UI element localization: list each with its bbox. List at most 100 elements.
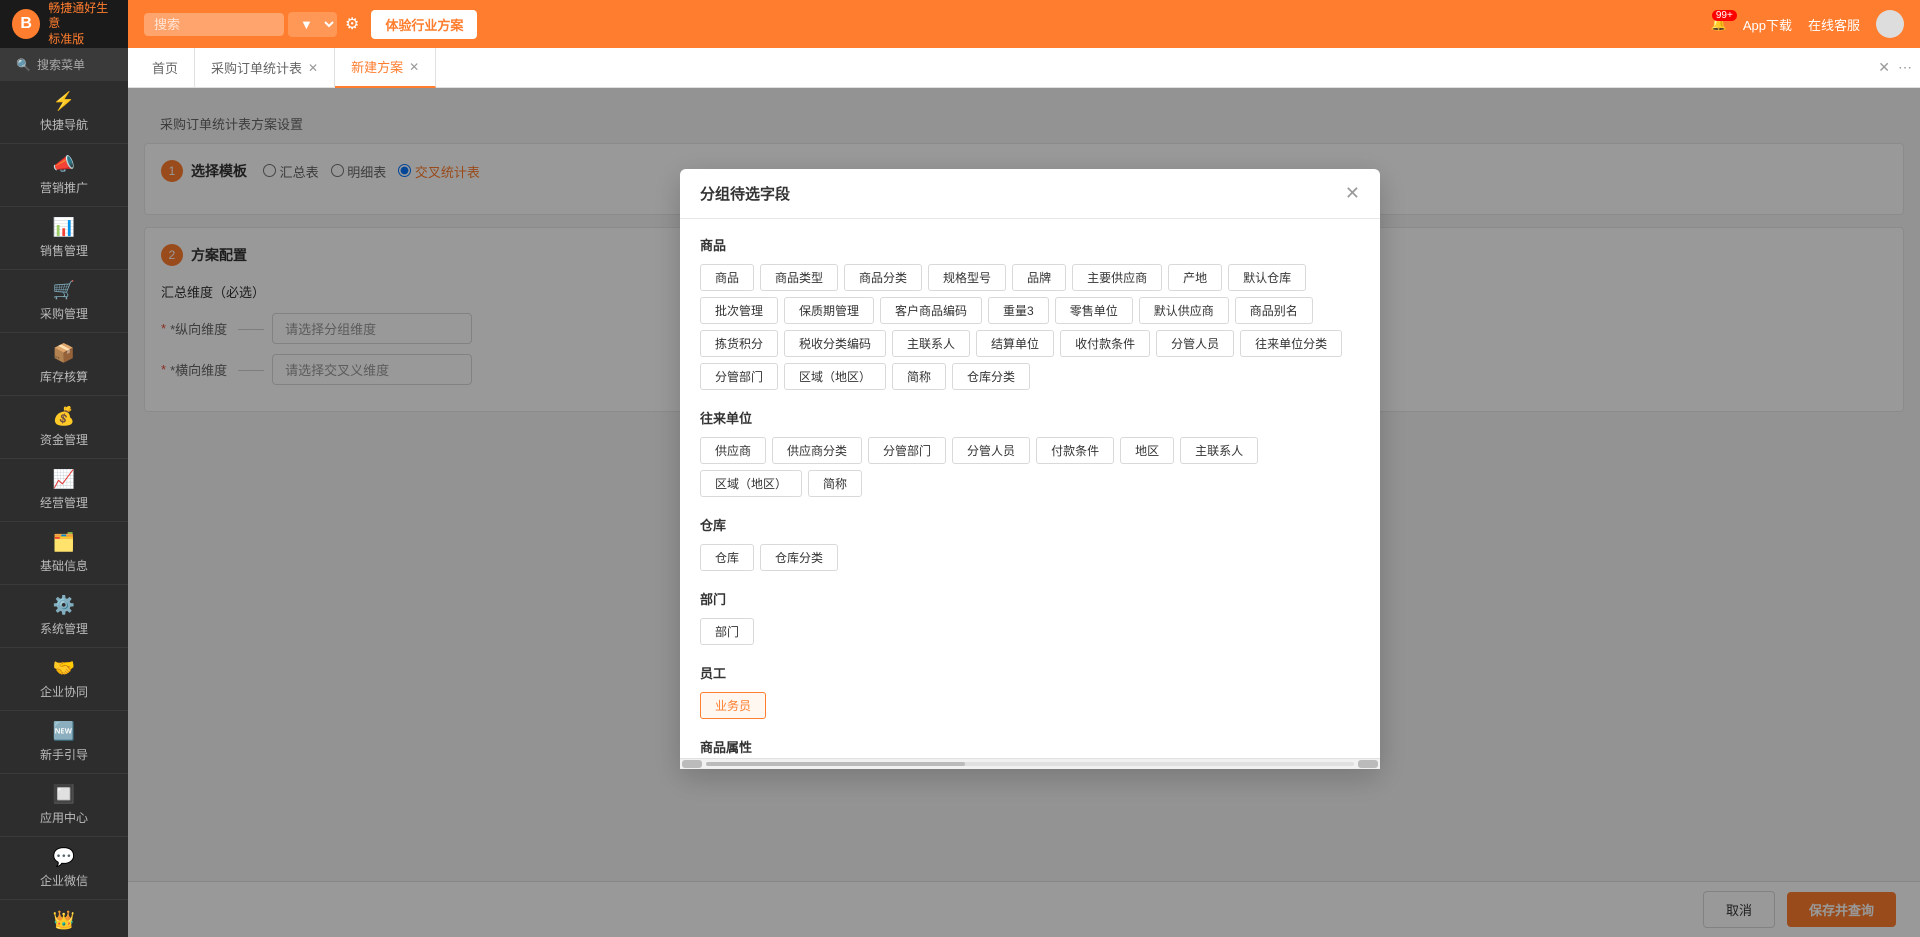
modal-close-button[interactable]: ✕	[1345, 183, 1360, 204]
field-tag-main-contact[interactable]: 主联系人	[892, 330, 970, 357]
field-tag-brand[interactable]: 品牌	[1012, 264, 1066, 291]
guide-icon: 🆕	[53, 721, 75, 742]
topbar-right: 🔔 99+ App下载 在线客服	[1711, 10, 1904, 38]
sales-icon: 📊	[53, 217, 75, 238]
member-icon: 👑	[53, 910, 75, 931]
modal-field-select: 分组待选字段 ✕ 商品商品商品类型商品分类规格型号品牌主要供应商产地默认仓库批次…	[680, 169, 1380, 769]
search-icon: 🔍	[16, 58, 31, 72]
topbar-search-input[interactable]	[144, 13, 284, 36]
field-tag-wh-cat[interactable]: 仓库分类	[760, 544, 838, 571]
field-tag-goods-alias[interactable]: 商品别名	[1235, 297, 1313, 324]
sidebar-item-label: 库存核算	[40, 368, 88, 385]
sidebar-item-label: 系统管理	[40, 620, 88, 637]
sidebar-item-operations[interactable]: 📈 经营管理	[0, 459, 128, 522]
field-tag-warehouse-cat[interactable]: 仓库分类	[952, 363, 1030, 390]
field-tag-short-name[interactable]: 简称	[892, 363, 946, 390]
modal-hscroll[interactable]	[680, 758, 1380, 769]
sidebar-search-label: 搜索菜单	[37, 56, 85, 73]
sidebar-item-label: 基础信息	[40, 557, 88, 574]
field-tag-supplier[interactable]: 供应商	[700, 437, 766, 464]
sidebar-item-cooperation[interactable]: 🤝 企业协同	[0, 648, 128, 711]
field-tag-dept[interactable]: 部门	[700, 618, 754, 645]
sidebar-item-quick-nav[interactable]: ⚡ 快捷导航	[0, 81, 128, 144]
online-service-link[interactable]: 在线客服	[1808, 15, 1860, 34]
field-tag-goods-type[interactable]: 商品类型	[760, 264, 838, 291]
field-tag-region[interactable]: 区域（地区）	[784, 363, 886, 390]
sidebar-item-finance[interactable]: 💰 资金管理	[0, 396, 128, 459]
field-tags-warehouse: 仓库仓库分类	[700, 544, 1360, 571]
field-tag-mgmt-dept[interactable]: 分管部门	[700, 363, 778, 390]
sidebar-item-label: 应用中心	[40, 809, 88, 826]
field-tag-customer-code[interactable]: 客户商品编码	[880, 297, 982, 324]
field-tag-wh-name[interactable]: 仓库	[700, 544, 754, 571]
field-tag-pickup-score[interactable]: 拣货积分	[700, 330, 778, 357]
modal-body: 商品商品商品类型商品分类规格型号品牌主要供应商产地默认仓库批次管理保质期管理客户…	[680, 219, 1380, 758]
field-tag-cp-dept[interactable]: 分管部门	[868, 437, 946, 464]
field-tag-default-warehouse[interactable]: 默认仓库	[1228, 264, 1306, 291]
field-tag-spec-type[interactable]: 规格型号	[928, 264, 1006, 291]
field-tag-default-supplier[interactable]: 默认供应商	[1139, 297, 1229, 324]
sidebar-item-wechat[interactable]: 💬 企业微信	[0, 837, 128, 900]
sidebar-item-label: 经营管理	[40, 494, 88, 511]
field-tag-shelf-life[interactable]: 保质期管理	[784, 297, 874, 324]
sidebar-item-apps[interactable]: 🔲 应用中心	[0, 774, 128, 837]
field-tag-tax-code[interactable]: 税收分类编码	[784, 330, 886, 357]
sidebar-item-sales[interactable]: 📊 销售管理	[0, 207, 128, 270]
field-tag-weight3[interactable]: 重量3	[988, 297, 1049, 324]
field-tag-goods-category[interactable]: 商品分类	[844, 264, 922, 291]
section-title-department: 部门	[700, 589, 1360, 608]
section-title-warehouse: 仓库	[700, 515, 1360, 534]
sidebar-item-member[interactable]: 👑 畅会员	[0, 900, 128, 937]
field-tag-main-supplier[interactable]: 主要供应商	[1072, 264, 1162, 291]
tabbar-expand-icon[interactable]: ⋯	[1898, 59, 1912, 76]
field-tag-cp-region[interactable]: 地区	[1120, 437, 1174, 464]
app-download-link[interactable]: App下载	[1743, 15, 1792, 34]
sidebar-item-purchase[interactable]: 🛒 采购管理	[0, 270, 128, 333]
field-tag-from-unit-cat[interactable]: 往来单位分类	[1240, 330, 1342, 357]
section-goods: 商品商品商品类型商品分类规格型号品牌主要供应商产地默认仓库批次管理保质期管理客户…	[700, 235, 1360, 390]
field-tag-cp-contact[interactable]: 主联系人	[1180, 437, 1258, 464]
field-tag-batch-mgmt[interactable]: 批次管理	[700, 297, 778, 324]
modal-header: 分组待选字段 ✕	[680, 169, 1380, 219]
field-tag-goods-name[interactable]: 商品	[700, 264, 754, 291]
tab-home[interactable]: 首页	[136, 48, 195, 88]
field-tag-manager[interactable]: 分管人员	[1156, 330, 1234, 357]
field-tag-retail-unit[interactable]: 零售单位	[1055, 297, 1133, 324]
field-tag-salesman[interactable]: 业务员	[700, 692, 766, 719]
tab-new-plan[interactable]: 新建方案 ✕	[335, 48, 436, 88]
modal-title: 分组待选字段	[700, 183, 790, 204]
finance-icon: 💰	[53, 406, 75, 427]
logo-icon: B	[12, 9, 40, 39]
sidebar-item-marketing[interactable]: 📣 营销推广	[0, 144, 128, 207]
tab-purchase-stats[interactable]: 采购订单统计表 ✕	[195, 48, 335, 88]
field-tag-cp-zone[interactable]: 区域（地区）	[700, 470, 802, 497]
purchase-icon: 🛒	[53, 280, 75, 301]
sidebar-item-inventory[interactable]: 📦 库存核算	[0, 333, 128, 396]
tabbar-close-all[interactable]: ✕	[1878, 59, 1890, 76]
topbar-dropdown[interactable]: ▼	[288, 12, 337, 37]
notification-badge[interactable]: 🔔 99+	[1711, 16, 1727, 32]
field-tag-origin[interactable]: 产地	[1168, 264, 1222, 291]
field-tag-payment-terms[interactable]: 收付款条件	[1060, 330, 1150, 357]
sidebar-item-guide[interactable]: 🆕 新手引导	[0, 711, 128, 774]
field-tag-payment-cond[interactable]: 付款条件	[1036, 437, 1114, 464]
user-avatar[interactable]	[1876, 10, 1904, 38]
sidebar-item-label: 企业微信	[40, 872, 88, 889]
field-tag-cp-manager[interactable]: 分管人员	[952, 437, 1030, 464]
logo-text: 畅捷通好生意 标准版	[48, 1, 116, 48]
sidebar-item-base[interactable]: 🗂️ 基础信息	[0, 522, 128, 585]
field-tag-cp-short[interactable]: 简称	[808, 470, 862, 497]
sidebar-item-system[interactable]: ⚙️ 系统管理	[0, 585, 128, 648]
sidebar-item-label: 快捷导航	[40, 116, 88, 133]
field-tags-counterparty: 供应商供应商分类分管部门分管人员付款条件地区主联系人区域（地区）简称	[700, 437, 1360, 497]
field-tags-employee: 业务员	[700, 692, 1360, 719]
topbar-trial-button[interactable]: 体验行业方案	[371, 10, 477, 39]
sidebar-search[interactable]: 🔍 搜索菜单	[0, 48, 128, 81]
field-tag-supplier-cat[interactable]: 供应商分类	[772, 437, 862, 464]
section-title-goods: 商品	[700, 235, 1360, 254]
section-employee: 员工业务员	[700, 663, 1360, 719]
field-tag-settle-unit[interactable]: 结算单位	[976, 330, 1054, 357]
tab-new-plan-close[interactable]: ✕	[409, 60, 419, 74]
tab-purchase-stats-close[interactable]: ✕	[308, 61, 318, 75]
topbar-gear-icon[interactable]: ⚙	[345, 14, 359, 34]
